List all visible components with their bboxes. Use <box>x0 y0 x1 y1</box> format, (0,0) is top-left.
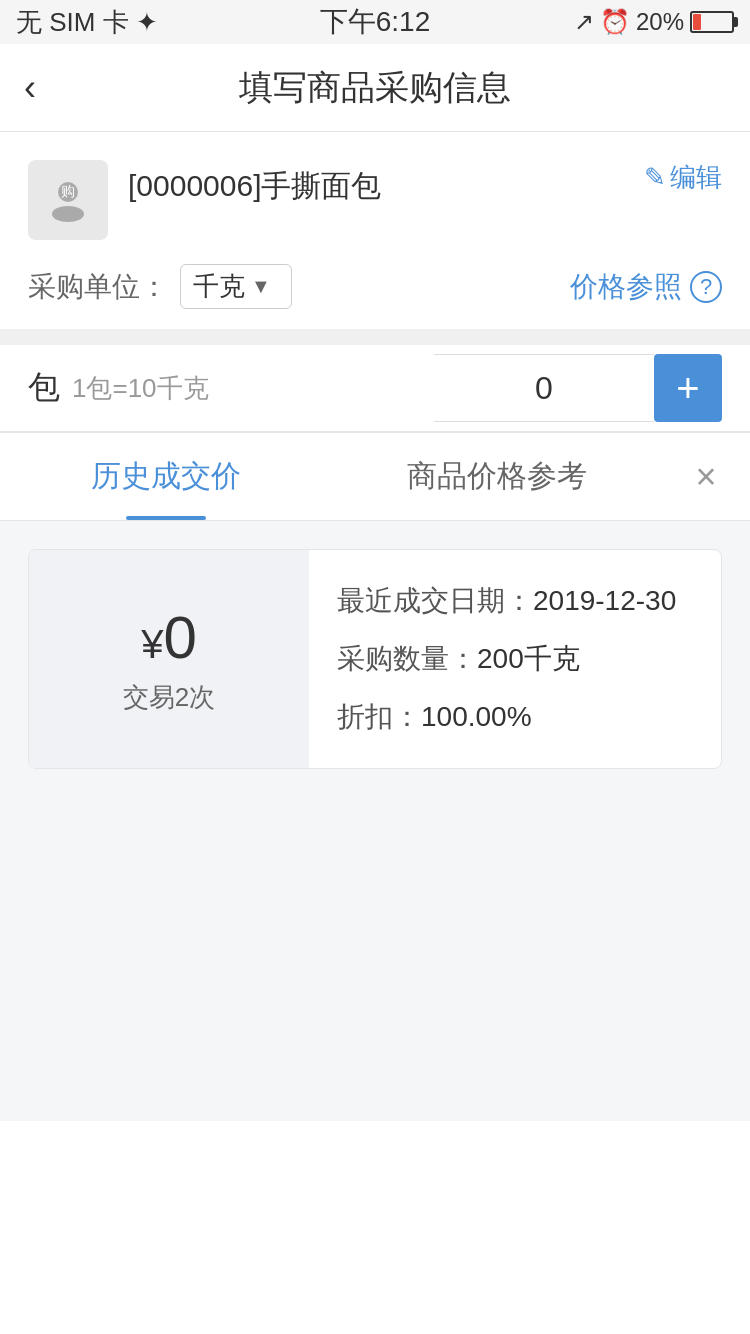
quantity-controls: 0 + <box>434 354 722 422</box>
svg-text:购: 购 <box>61 183 75 199</box>
status-bar: 无 SIM 卡 ✦ 下午6:12 ↗ ⏰ 20% <box>0 0 750 44</box>
edit-button[interactable]: ✎ 编辑 <box>644 160 722 195</box>
location-icon: ↗ <box>574 8 594 36</box>
alarm-icon: ⏰ <box>600 8 630 36</box>
quantity-input[interactable]: 0 <box>434 354 654 422</box>
tab-product-price-ref-label: 商品价格参考 <box>407 456 587 497</box>
tab-history-price-label: 历史成交价 <box>91 456 241 497</box>
product-header: 购 [0000006]手撕面包 ✎ 编辑 <box>28 160 722 240</box>
trade-details: 最近成交日期：2019-12-30 采购数量：200千克 折扣：100.00% <box>309 550 721 768</box>
currency-symbol: ¥ <box>141 622 163 666</box>
edit-icon: ✎ <box>644 162 666 193</box>
product-left: 购 [0000006]手撕面包 <box>28 160 644 240</box>
trade-discount-label: 折扣： <box>337 701 421 732</box>
tabs-bar: 历史成交价 商品价格参考 × <box>0 433 750 521</box>
trade-quantity-value: 200千克 <box>477 643 580 674</box>
unit-select[interactable]: 千克 ▼ <box>180 264 292 309</box>
price-ref-label: 价格参照 <box>570 268 682 306</box>
product-unit-row: 采购单位： 千克 ▼ 价格参照 ? <box>28 264 722 309</box>
nav-bar: ‹ 填写商品采购信息 <box>0 44 750 132</box>
svg-point-1 <box>52 206 84 222</box>
price-value: 0 <box>163 604 196 671</box>
back-button[interactable]: ‹ <box>24 67 36 109</box>
battery-icon <box>690 11 734 33</box>
pkg-conversion: 1包=10千克 <box>72 371 209 406</box>
quantity-plus-button[interactable]: + <box>654 354 722 422</box>
battery-text: 20% <box>636 8 684 36</box>
status-time: 下午6:12 <box>320 3 431 41</box>
trade-discount-value: 100.00% <box>421 701 532 732</box>
trade-date-value: 2019-12-30 <box>533 585 676 616</box>
trade-date-label: 最近成交日期： <box>337 585 533 616</box>
trade-price: ¥0 <box>141 603 197 672</box>
trade-discount-row: 折扣：100.00% <box>337 696 693 738</box>
quantity-label: 包 1包=10千克 <box>28 366 209 410</box>
chevron-down-icon: ▼ <box>251 275 271 298</box>
trade-card: ¥0 交易2次 最近成交日期：2019-12-30 采购数量：200千克 折扣：… <box>28 549 722 769</box>
trade-date-row: 最近成交日期：2019-12-30 <box>337 580 693 622</box>
status-right: ↗ ⏰ 20% <box>574 8 734 36</box>
tab-history-price[interactable]: 历史成交价 <box>0 433 331 520</box>
quantity-row: 包 1包=10千克 0 + <box>0 345 750 433</box>
product-image-icon: 购 <box>40 172 96 228</box>
trade-quantity-row: 采购数量：200千克 <box>337 638 693 680</box>
status-left: 无 SIM 卡 ✦ <box>16 5 158 40</box>
price-reference-button[interactable]: 价格参照 ? <box>570 268 722 306</box>
page-title: 填写商品采购信息 <box>239 65 511 111</box>
unit-value: 千克 <box>193 269 245 304</box>
product-card: 购 [0000006]手撕面包 ✎ 编辑 采购单位： 千克 ▼ 价格参照 ? <box>0 132 750 345</box>
trade-summary: ¥0 交易2次 <box>29 550 309 768</box>
pkg-unit-label: 包 <box>28 366 60 410</box>
trade-count: 交易2次 <box>123 680 215 715</box>
content-area: ¥0 交易2次 最近成交日期：2019-12-30 采购数量：200千克 折扣：… <box>0 521 750 1121</box>
tab-product-price-ref[interactable]: 商品价格参考 <box>331 433 662 520</box>
help-icon: ? <box>690 271 722 303</box>
unit-label: 采购单位： 千克 ▼ <box>28 264 292 309</box>
bottom-area <box>0 1121 750 1334</box>
edit-label: 编辑 <box>670 160 722 195</box>
sim-status: 无 SIM 卡 ✦ <box>16 5 158 40</box>
product-thumbnail: 购 <box>28 160 108 240</box>
product-name: [0000006]手撕面包 <box>128 160 381 207</box>
trade-quantity-label: 采购数量： <box>337 643 477 674</box>
tabs-close-button[interactable]: × <box>662 433 750 521</box>
